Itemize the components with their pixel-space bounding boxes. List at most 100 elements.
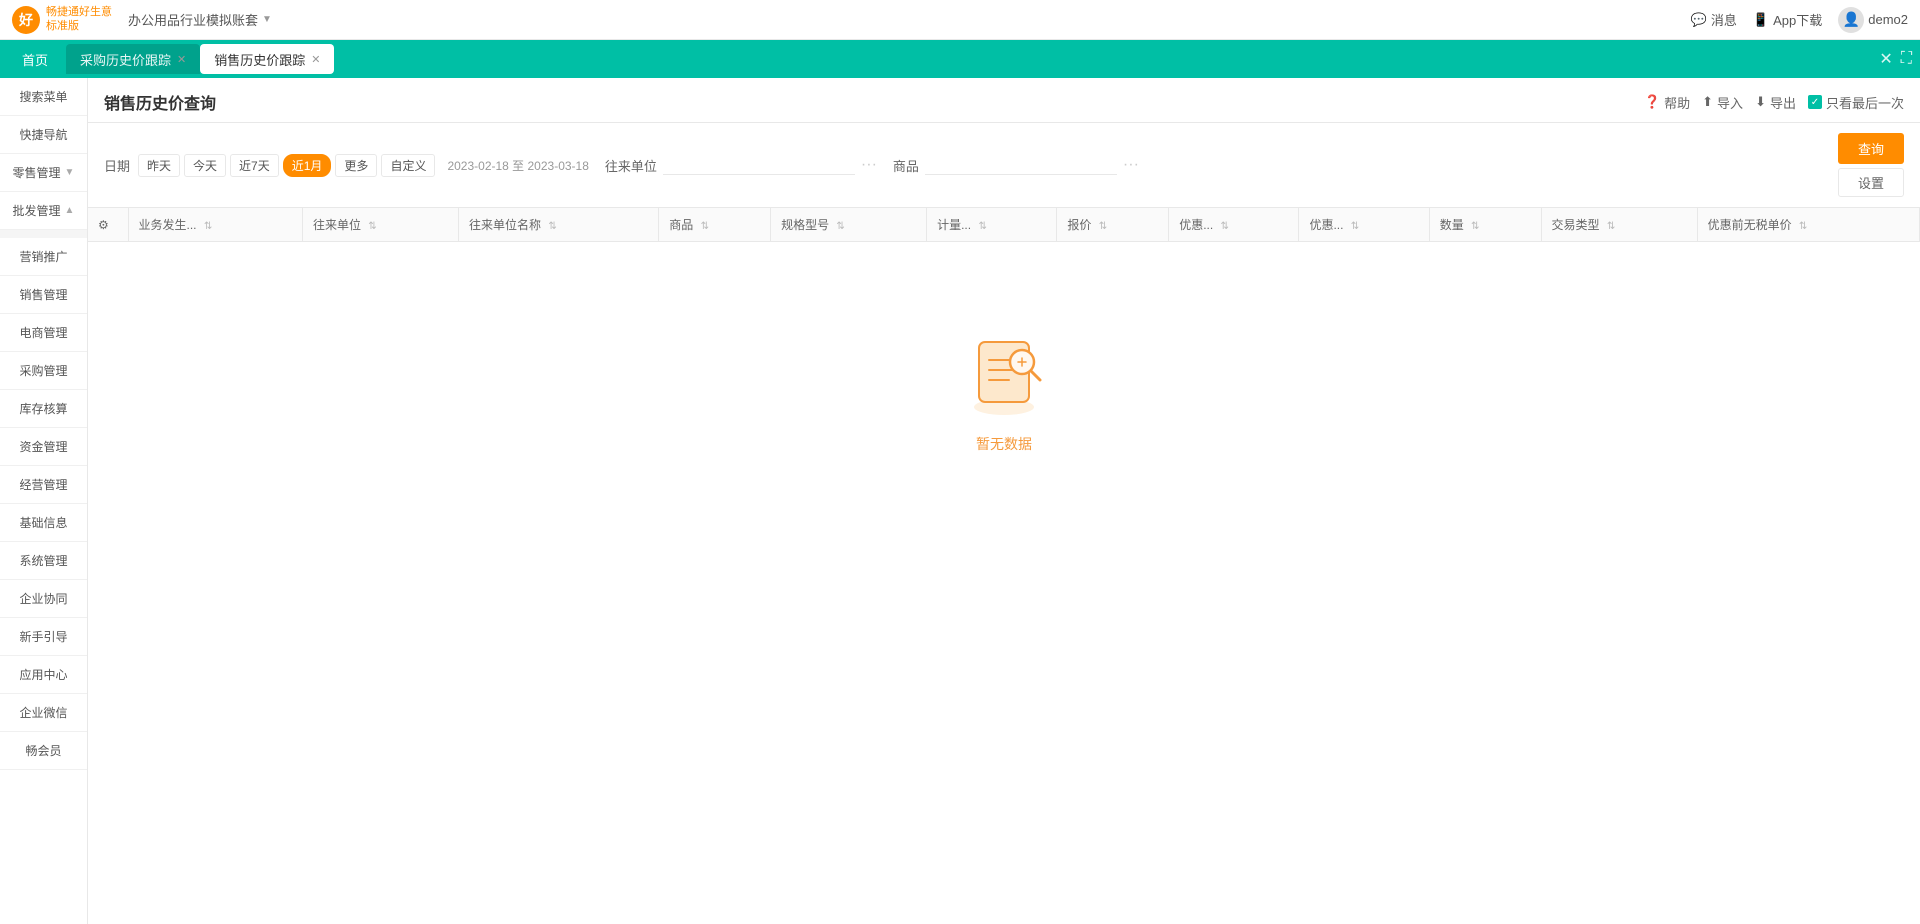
main-layout: 搜索菜单 快捷导航 零售管理 ▼ 批发管理 ▲ 营销推广 销售管理 电商管理 采… bbox=[0, 78, 1920, 924]
maximize-icon[interactable]: ⛶ bbox=[1901, 50, 1912, 68]
date-range-display: 2023-02-18 至 2023-03-18 bbox=[447, 157, 588, 174]
quick-nav-label: 快捷导航 bbox=[19, 126, 67, 143]
date-filter-label: 日期 bbox=[104, 156, 130, 175]
app-center-label: 应用中心 bbox=[19, 666, 67, 683]
ecommerce-label: 电商管理 bbox=[19, 324, 67, 341]
app-selector[interactable]: 办公用品行业模拟账套 ▼ bbox=[120, 10, 280, 29]
sidebar-item-marketing[interactable]: 营销推广 bbox=[0, 238, 87, 276]
enterprise-collab-label: 企业协同 bbox=[19, 590, 67, 607]
sort-arrows-counterpart-code: ⇅ bbox=[368, 221, 376, 232]
sidebar-item-wholesale-mgmt[interactable]: 批发管理 ▲ bbox=[0, 192, 87, 230]
sort-arrows-spec: ⇅ bbox=[836, 221, 844, 232]
tab-close-purchase[interactable]: ✕ bbox=[177, 53, 186, 66]
sort-arrows-discount2: ⇅ bbox=[1351, 221, 1359, 232]
purchase-mgmt-label: 采购管理 bbox=[19, 362, 67, 379]
tab-purchase-history[interactable]: 采购历史价跟踪 ✕ bbox=[66, 44, 200, 74]
finance-mgmt-label: 资金管理 bbox=[19, 438, 67, 455]
sidebar-item-ecommerce[interactable]: 电商管理 bbox=[0, 314, 87, 352]
sidebar-item-enterprise-wechat[interactable]: 企业微信 bbox=[0, 694, 87, 732]
goods-dots[interactable]: ··· bbox=[1123, 156, 1139, 174]
logo-icon: 好 bbox=[12, 6, 40, 34]
th-counterpart-name[interactable]: 往来单位名称 ⇅ bbox=[458, 208, 658, 242]
date-btn-1month[interactable]: 近1月 bbox=[283, 154, 332, 177]
th-counterpart-code[interactable]: 往来单位 ⇅ bbox=[302, 208, 458, 242]
sort-arrows-trade-type: ⇅ bbox=[1607, 221, 1615, 232]
th-goods[interactable]: 商品 ⇅ bbox=[659, 208, 771, 242]
empty-state: 暂无数据 bbox=[88, 242, 1920, 534]
sidebar-item-finance-mgmt[interactable]: 资金管理 bbox=[0, 428, 87, 466]
empty-icon bbox=[954, 322, 1054, 422]
sidebar-item-inventory[interactable]: 库存核算 bbox=[0, 390, 87, 428]
new-guide-label: 新手引导 bbox=[19, 628, 67, 645]
filter-actions: 查询 设置 bbox=[1838, 133, 1904, 197]
sidebar-item-purchase-mgmt[interactable]: 采购管理 bbox=[0, 352, 87, 390]
inventory-label: 库存核算 bbox=[19, 400, 67, 417]
th-spec[interactable]: 规格型号 ⇅ bbox=[771, 208, 927, 242]
counterpart-filter: 往来单位 ··· bbox=[605, 155, 877, 175]
th-quantity[interactable]: 数量 ⇅ bbox=[1429, 208, 1541, 242]
sidebar-item-sales-mgmt[interactable]: 销售管理 bbox=[0, 276, 87, 314]
counterpart-input[interactable] bbox=[663, 155, 855, 175]
page-header-actions: ❓ 帮助 ⬆ 导入 ⬇ 导出 只看最后一次 bbox=[1644, 93, 1904, 112]
sidebar-item-retail-mgmt[interactable]: 零售管理 ▼ bbox=[0, 154, 87, 192]
search-menu-label: 搜索菜单 bbox=[19, 88, 67, 105]
help-button[interactable]: ❓ 帮助 bbox=[1644, 93, 1690, 112]
home-tab-label: 首页 bbox=[22, 50, 48, 69]
enterprise-wechat-label: 企业微信 bbox=[19, 704, 67, 721]
sidebar: 搜索菜单 快捷导航 零售管理 ▼ 批发管理 ▲ 营销推广 销售管理 电商管理 采… bbox=[0, 78, 88, 924]
close-all-tabs-icon[interactable]: ✕ bbox=[1879, 49, 1892, 69]
app-download-button[interactable]: 📱 App下载 bbox=[1753, 10, 1822, 29]
sidebar-item-member[interactable]: 畅会员 bbox=[0, 732, 87, 770]
th-biz-date[interactable]: 业务发生... ⇅ bbox=[128, 208, 302, 242]
date-buttons: 昨天 今天 近7天 近1月 更多 自定义 bbox=[138, 154, 435, 177]
user-menu[interactable]: 👤 demo2 bbox=[1838, 7, 1908, 33]
export-button[interactable]: ⬇ 导出 bbox=[1755, 93, 1796, 112]
sidebar-item-system-mgmt[interactable]: 系统管理 bbox=[0, 542, 87, 580]
th-discount1[interactable]: 优惠... ⇅ bbox=[1169, 208, 1299, 242]
logo-text: 畅捷通好生意 标准版 bbox=[46, 6, 112, 32]
settings-button[interactable]: 设置 bbox=[1838, 168, 1904, 197]
date-btn-custom[interactable]: 自定义 bbox=[381, 154, 435, 177]
tab-close-sales[interactable]: ✕ bbox=[311, 53, 320, 66]
query-button[interactable]: 查询 bbox=[1838, 133, 1904, 164]
counterpart-label: 往来单位 bbox=[605, 156, 657, 175]
tab-home[interactable]: 首页 bbox=[8, 44, 62, 74]
date-btn-today[interactable]: 今天 bbox=[184, 154, 226, 177]
goods-input[interactable] bbox=[925, 155, 1117, 175]
th-quoted-price[interactable]: 报价 ⇅ bbox=[1057, 208, 1169, 242]
sidebar-item-new-guide[interactable]: 新手引导 bbox=[0, 618, 87, 656]
filter-bar: 日期 昨天 今天 近7天 近1月 更多 自定义 2023-02-18 至 202… bbox=[88, 123, 1920, 208]
date-btn-7days[interactable]: 近7天 bbox=[230, 154, 279, 177]
only-last-checkbox[interactable] bbox=[1808, 95, 1822, 109]
sidebar-item-quick-nav[interactable]: 快捷导航 bbox=[0, 116, 87, 154]
sort-arrows-quoted-price: ⇅ bbox=[1099, 221, 1107, 232]
tab-bar: 首页 采购历史价跟踪 ✕ 销售历史价跟踪 ✕ ✕ ⛶ bbox=[0, 40, 1920, 78]
th-trade-type[interactable]: 交易类型 ⇅ bbox=[1541, 208, 1697, 242]
sidebar-item-basic-info[interactable]: 基础信息 bbox=[0, 504, 87, 542]
empty-text: 暂无数据 bbox=[976, 434, 1032, 454]
date-btn-more[interactable]: 更多 bbox=[335, 154, 377, 177]
counterpart-dots[interactable]: ··· bbox=[861, 156, 877, 174]
chat-button[interactable]: 💬 消息 bbox=[1691, 10, 1737, 29]
sidebar-item-app-center[interactable]: 应用中心 bbox=[0, 656, 87, 694]
th-pretax-price[interactable]: 优惠前无税单价 ⇅ bbox=[1697, 208, 1919, 242]
tab-sales-history[interactable]: 销售历史价跟踪 ✕ bbox=[200, 44, 334, 74]
avatar: 👤 bbox=[1838, 7, 1864, 33]
sidebar-item-enterprise-collab[interactable]: 企业协同 bbox=[0, 580, 87, 618]
th-discount2[interactable]: 优惠... ⇅ bbox=[1299, 208, 1429, 242]
tab-bar-actions: ✕ ⛶ bbox=[1879, 49, 1912, 69]
sidebar-item-search-menu[interactable]: 搜索菜单 bbox=[0, 78, 87, 116]
retail-mgmt-label: 零售管理 bbox=[13, 164, 61, 181]
page-title: 销售历史价查询 bbox=[104, 90, 216, 114]
sidebar-item-operations-mgmt[interactable]: 经营管理 bbox=[0, 466, 87, 504]
th-unit[interactable]: 计量... ⇅ bbox=[927, 208, 1057, 242]
date-filter-group: 日期 昨天 今天 近7天 近1月 更多 自定义 2023-02-18 至 202… bbox=[104, 154, 589, 177]
th-gear[interactable]: ⚙ bbox=[88, 208, 128, 242]
import-button[interactable]: ⬆ 导入 bbox=[1702, 93, 1743, 112]
help-icon: ❓ bbox=[1644, 94, 1660, 110]
export-icon: ⬇ bbox=[1755, 94, 1766, 110]
date-btn-yesterday[interactable]: 昨天 bbox=[138, 154, 180, 177]
basic-info-label: 基础信息 bbox=[19, 514, 67, 531]
only-last-checkbox-label[interactable]: 只看最后一次 bbox=[1808, 93, 1904, 112]
gear-icon: ⚙ bbox=[98, 218, 109, 232]
